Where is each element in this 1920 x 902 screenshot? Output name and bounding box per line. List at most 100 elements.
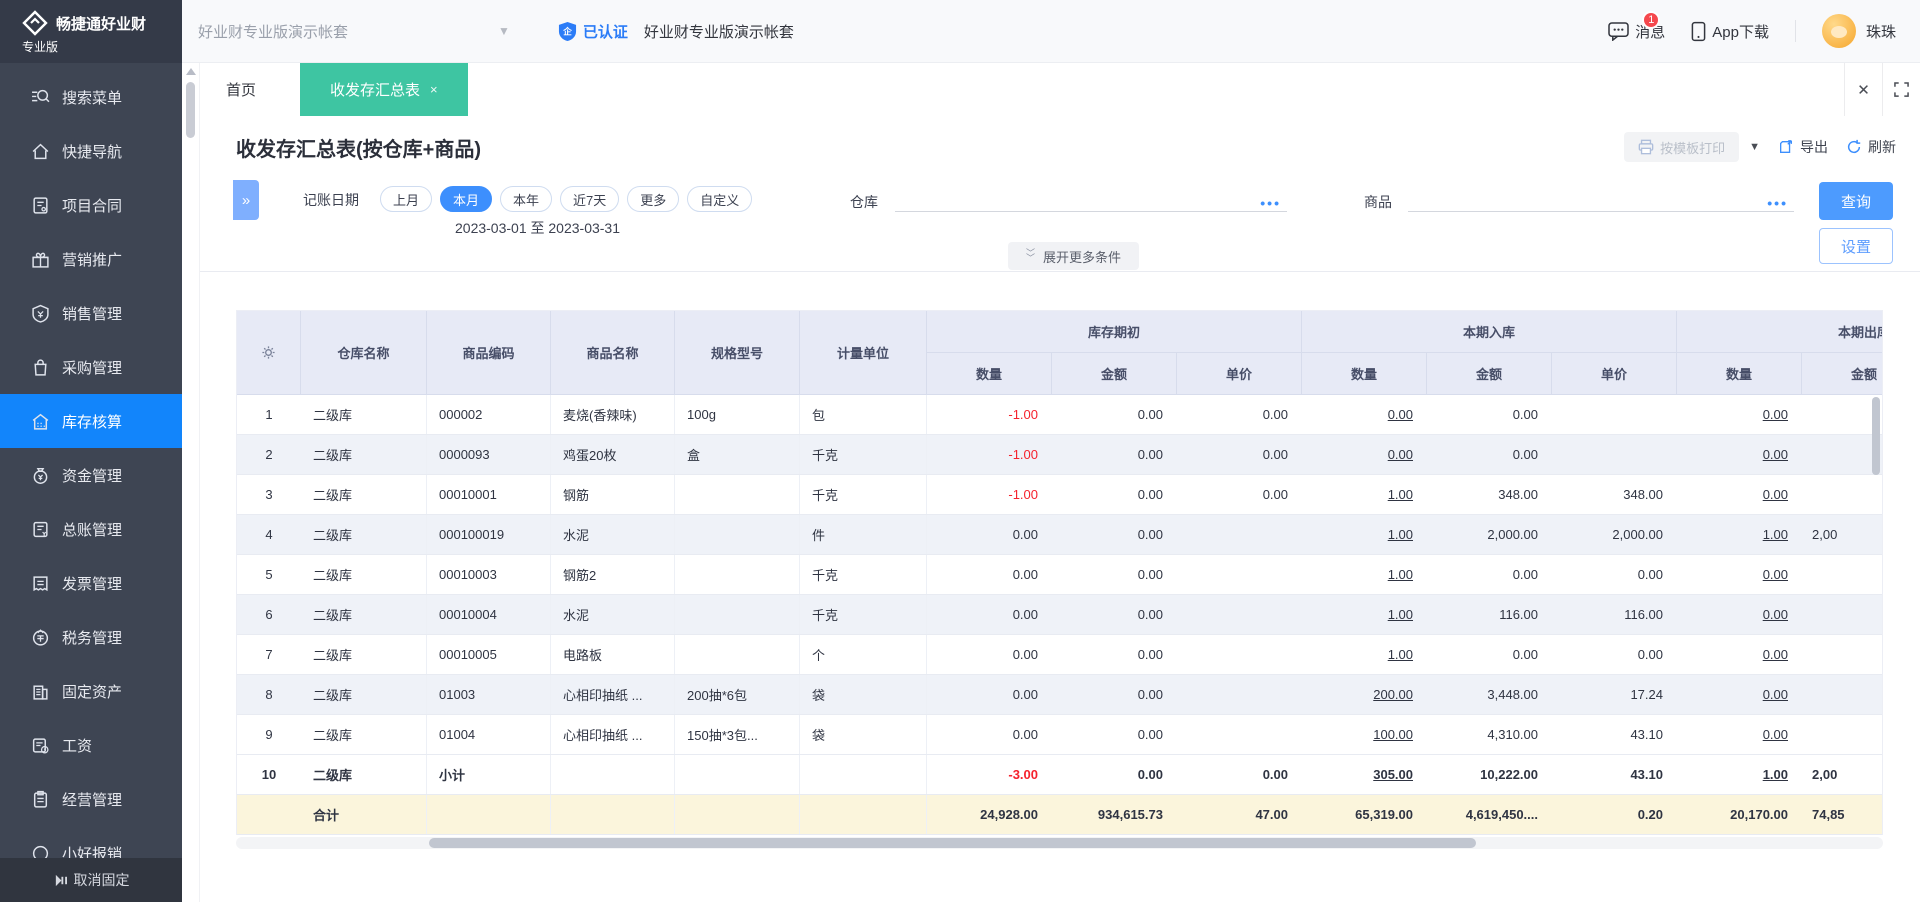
date-pill[interactable]: 本年 bbox=[500, 186, 552, 212]
tab-report[interactable]: 收发存汇总表 × bbox=[300, 63, 468, 116]
column-header[interactable]: 规格型号 bbox=[675, 311, 800, 395]
warehouse-picker-dots-icon[interactable]: ••• bbox=[1260, 199, 1281, 207]
drilldown-link[interactable]: 1.00 bbox=[1388, 527, 1413, 542]
drilldown-link[interactable]: 0.00 bbox=[1388, 447, 1413, 462]
warehouse-input[interactable]: ••• bbox=[895, 182, 1287, 212]
table-vertical-scrollbar[interactable] bbox=[1872, 397, 1880, 475]
unpin-sidebar-button[interactable]: 取消固定 bbox=[0, 858, 182, 902]
drilldown-link[interactable]: 0.00 bbox=[1763, 407, 1788, 422]
app-download-button[interactable]: App下载 bbox=[1691, 21, 1769, 42]
sidebar-item-quick-nav[interactable]: 快捷导航 bbox=[0, 124, 182, 178]
date-pill[interactable]: 更多 bbox=[627, 186, 679, 212]
column-subheader[interactable]: 数量 bbox=[1677, 353, 1802, 395]
table-cell: 0.00 bbox=[1677, 675, 1802, 714]
sidebar-item-purchase[interactable]: 采购管理 bbox=[0, 340, 182, 394]
table-cell: 千克 bbox=[800, 595, 927, 634]
column-subheader[interactable]: 金额 bbox=[1802, 353, 1883, 395]
drilldown-link[interactable]: 1.00 bbox=[1763, 767, 1788, 782]
drilldown-link[interactable]: 0.00 bbox=[1763, 647, 1788, 662]
drilldown-link[interactable]: 1.00 bbox=[1763, 527, 1788, 542]
column-subheader[interactable]: 金额 bbox=[1427, 353, 1552, 395]
drilldown-link[interactable]: 305.00 bbox=[1373, 767, 1413, 782]
drilldown-link[interactable]: 0.00 bbox=[1763, 567, 1788, 582]
sidebar-item-project-contract[interactable]: 项目合同 bbox=[0, 178, 182, 232]
table-cell: 934,615.73 bbox=[1052, 795, 1177, 834]
table-header: 仓库名称商品编码商品名称规格型号计量单位库存期初本期入库本期出库数量金额单价数量… bbox=[237, 311, 1883, 395]
column-subheader[interactable]: 单价 bbox=[1552, 353, 1677, 395]
scrollbar-thumb[interactable] bbox=[186, 82, 195, 138]
date-filter-pills: 上月本月本年近7天更多自定义 bbox=[380, 186, 752, 212]
drilldown-link[interactable]: 0.00 bbox=[1763, 447, 1788, 462]
date-pill[interactable]: 本月 bbox=[440, 186, 492, 212]
table-cell: 1.00 bbox=[1302, 595, 1427, 634]
sidebar-item-search-menu[interactable]: 搜索菜单 bbox=[0, 70, 182, 124]
export-button[interactable]: 导出 bbox=[1778, 137, 1828, 157]
product-filter-label: 商品 bbox=[1364, 192, 1392, 212]
settings-button[interactable]: 设置 bbox=[1819, 228, 1893, 264]
drilldown-link[interactable]: 0.00 bbox=[1763, 487, 1788, 502]
product-picker-dots-icon[interactable]: ••• bbox=[1767, 199, 1788, 207]
hscroll-thumb[interactable] bbox=[429, 838, 1476, 848]
column-subheader[interactable]: 数量 bbox=[1302, 353, 1427, 395]
sidebar-item-fixed-assets[interactable]: 固定资产 bbox=[0, 664, 182, 718]
column-settings-gear-icon[interactable] bbox=[237, 311, 301, 395]
column-subheader[interactable]: 数量 bbox=[927, 353, 1052, 395]
sidebar-item-marketing[interactable]: 营销推广 bbox=[0, 232, 182, 286]
collapse-filter-button[interactable]: » bbox=[233, 180, 259, 220]
drilldown-link[interactable]: 100.00 bbox=[1373, 727, 1413, 742]
refresh-button[interactable]: 刷新 bbox=[1846, 137, 1896, 157]
sidebar-item-tax[interactable]: 税务管理 bbox=[0, 610, 182, 664]
product-input[interactable]: ••• bbox=[1408, 182, 1794, 212]
drilldown-link[interactable]: 200.00 bbox=[1373, 687, 1413, 702]
scroll-up-arrow-icon[interactable] bbox=[186, 68, 196, 75]
table-cell bbox=[1177, 715, 1302, 754]
table-row: 2二级库0000093鸡蛋20枚盒千克-1.000.000.000.000.00… bbox=[237, 435, 1883, 475]
table-cell: 水泥 bbox=[551, 515, 675, 554]
sidebar-item-inventory[interactable]: 库存核算 bbox=[0, 394, 182, 448]
table-cell bbox=[1177, 555, 1302, 594]
sidebar-item-sales[interactable]: 销售管理 bbox=[0, 286, 182, 340]
date-pill[interactable]: 上月 bbox=[380, 186, 432, 212]
tab-close-icon[interactable]: × bbox=[430, 82, 438, 97]
drilldown-link[interactable]: 1.00 bbox=[1388, 567, 1413, 582]
account-set-select[interactable]: 好业财专业版演示帐套 ▼ bbox=[198, 21, 510, 42]
column-header[interactable]: 计量单位 bbox=[800, 311, 927, 395]
query-button[interactable]: 查询 bbox=[1819, 182, 1893, 220]
print-by-template-button[interactable]: 按模板打印 bbox=[1624, 132, 1739, 162]
column-header[interactable]: 商品编码 bbox=[427, 311, 551, 395]
drilldown-link[interactable]: 0.00 bbox=[1763, 727, 1788, 742]
print-options-chevron-icon[interactable]: ▼ bbox=[1749, 141, 1760, 153]
drilldown-link[interactable]: 0.00 bbox=[1388, 407, 1413, 422]
sidebar-item-invoice[interactable]: 发票管理 bbox=[0, 556, 182, 610]
drilldown-link[interactable]: 0.00 bbox=[1763, 607, 1788, 622]
tab-home[interactable]: 首页 bbox=[200, 63, 282, 116]
table-horizontal-scrollbar[interactable] bbox=[236, 837, 1883, 849]
sidebar-item-operations[interactable]: 经营管理 bbox=[0, 772, 182, 826]
date-pill[interactable]: 近7天 bbox=[560, 186, 619, 212]
table-cell bbox=[675, 635, 800, 674]
user-menu[interactable]: 珠珠 bbox=[1822, 14, 1896, 48]
close-all-tabs-button[interactable]: ✕ bbox=[1844, 63, 1882, 116]
sidebar-scrollbar[interactable] bbox=[182, 0, 200, 902]
drilldown-link[interactable]: 1.00 bbox=[1388, 487, 1413, 502]
table-cell: -1.00 bbox=[927, 435, 1052, 474]
date-pill[interactable]: 自定义 bbox=[687, 186, 752, 212]
drilldown-link[interactable]: 1.00 bbox=[1388, 647, 1413, 662]
column-header[interactable]: 仓库名称 bbox=[301, 311, 427, 395]
sidebar-item-salary[interactable]: 工资 bbox=[0, 718, 182, 772]
sidebar-item-reimburse[interactable]: 小好报销 bbox=[0, 826, 182, 858]
company-name: 好业财专业版演示帐套 bbox=[644, 21, 794, 42]
column-header[interactable]: 商品名称 bbox=[551, 311, 675, 395]
sidebar-item-ledger[interactable]: 总账管理 bbox=[0, 502, 182, 556]
drilldown-link[interactable]: 0.00 bbox=[1763, 687, 1788, 702]
drilldown-link[interactable]: 1.00 bbox=[1388, 607, 1413, 622]
chevron-down-icon: ▼ bbox=[498, 24, 510, 38]
column-subheader[interactable]: 单价 bbox=[1177, 353, 1302, 395]
messages-button[interactable]: 消息 1 bbox=[1608, 21, 1665, 42]
sidebar-item-funds[interactable]: 资金管理 bbox=[0, 448, 182, 502]
table-cell: 0.00 bbox=[1302, 395, 1427, 434]
fullscreen-icon[interactable] bbox=[1882, 63, 1920, 116]
expand-more-conditions-button[interactable]: ﹀﹀ 展开更多条件 bbox=[1008, 242, 1139, 270]
table-cell: 7 bbox=[237, 635, 301, 674]
column-subheader[interactable]: 金额 bbox=[1052, 353, 1177, 395]
